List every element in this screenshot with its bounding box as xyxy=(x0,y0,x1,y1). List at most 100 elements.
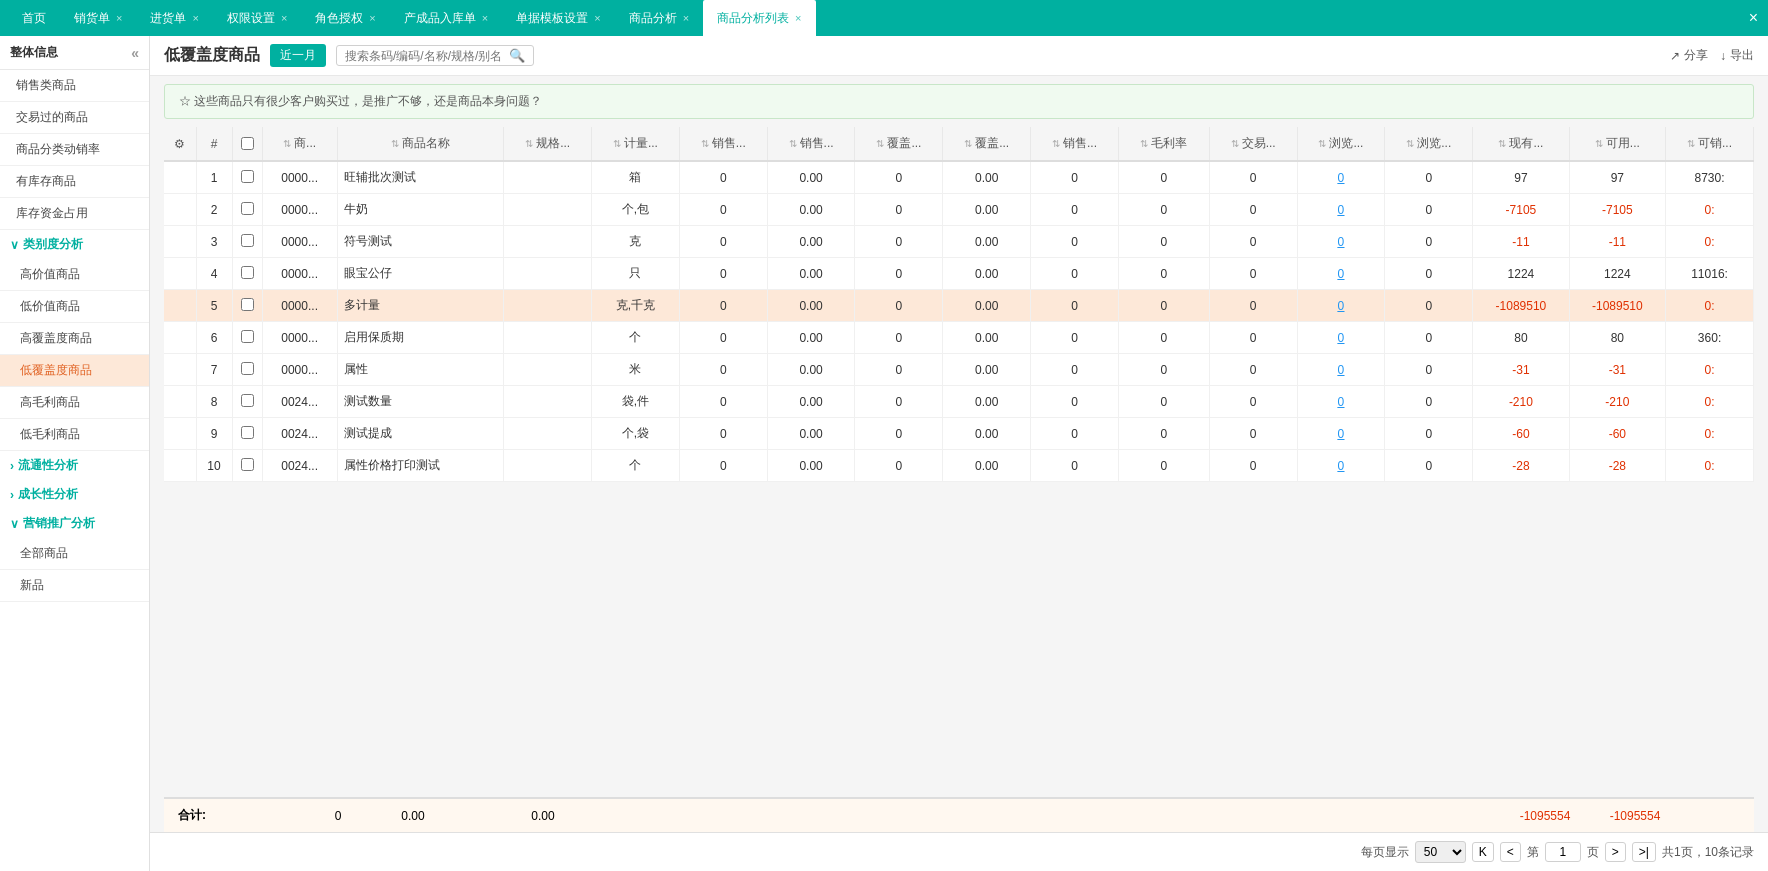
per-page-select[interactable]: 50 20 100 xyxy=(1415,841,1466,863)
th-cover1[interactable]: ⇅覆盖... xyxy=(855,127,943,161)
sidebar-group-marketing[interactable]: ∨ 营销推广分析 xyxy=(0,509,149,538)
sidebar-group-category[interactable]: ∨ 类别度分析 xyxy=(0,230,149,259)
th-trade[interactable]: ⇅交易... xyxy=(1209,127,1297,161)
nav-close-role[interactable]: × xyxy=(369,12,375,24)
th-view2[interactable]: ⇅浏览... xyxy=(1385,127,1473,161)
row-checkbox[interactable] xyxy=(232,290,262,322)
th-gross[interactable]: ⇅毛利率 xyxy=(1118,127,1209,161)
first-page-button[interactable]: K xyxy=(1472,842,1494,862)
row-saleable: 0: xyxy=(1666,194,1754,226)
total-row: 合计: 0 0.00 0.00 -1095554 -1095554 xyxy=(164,797,1754,832)
search-input[interactable] xyxy=(345,49,505,63)
nav-close-product[interactable]: × xyxy=(482,12,488,24)
row-sales-qty: 0 xyxy=(679,194,767,226)
th-name[interactable]: ⇅商品名称 xyxy=(337,127,504,161)
row-view1[interactable]: 0 xyxy=(1297,290,1385,322)
nav-template-settings[interactable]: 单据模板设置 × xyxy=(502,0,614,36)
row-num: 1 xyxy=(196,161,232,194)
page-number-input[interactable] xyxy=(1545,842,1581,862)
sort-icon-saleable: ⇅ xyxy=(1687,138,1695,149)
row-checkbox[interactable] xyxy=(232,322,262,354)
row-view1[interactable]: 0 xyxy=(1297,450,1385,482)
row-view1[interactable]: 0 xyxy=(1297,386,1385,418)
row-checkbox[interactable] xyxy=(232,161,262,194)
row-view1[interactable]: 0 xyxy=(1297,258,1385,290)
sidebar-item-capital-use[interactable]: 库存资金占用 xyxy=(0,198,149,230)
sidebar-item-traded-goods[interactable]: 交易过的商品 xyxy=(0,102,149,134)
row-checkbox[interactable] xyxy=(232,418,262,450)
nav-close-analysis[interactable]: × xyxy=(683,12,689,24)
th-current[interactable]: ⇅现有... xyxy=(1473,127,1569,161)
nav-product-entry[interactable]: 产成品入库单 × xyxy=(390,0,502,36)
row-checkbox[interactable] xyxy=(232,386,262,418)
sort-icon-view2: ⇅ xyxy=(1406,138,1414,149)
nav-product-analysis[interactable]: 商品分析 × xyxy=(615,0,703,36)
export-button[interactable]: ↓ 导出 xyxy=(1720,47,1754,64)
last-page-button[interactable]: >| xyxy=(1632,842,1656,862)
th-sales-amt[interactable]: ⇅销售... xyxy=(767,127,855,161)
th-spec[interactable]: ⇅规格... xyxy=(504,127,592,161)
row-checkbox[interactable] xyxy=(232,450,262,482)
th-code[interactable]: ⇅商... xyxy=(262,127,337,161)
th-available[interactable]: ⇅可用... xyxy=(1569,127,1665,161)
sidebar-item-category-turnover[interactable]: 商品分类动销率 xyxy=(0,134,149,166)
row-checkbox[interactable] xyxy=(232,194,262,226)
sidebar-group-growth[interactable]: › 成长性分析 xyxy=(0,480,149,509)
sidebar-item-sales-goods[interactable]: 销售类商品 xyxy=(0,70,149,102)
row-view1[interactable]: 0 xyxy=(1297,354,1385,386)
date-filter-button[interactable]: 近一月 xyxy=(270,44,326,67)
nav-role-auth[interactable]: 角色授权 × xyxy=(301,0,389,36)
nav-close-analysis-list[interactable]: × xyxy=(795,12,801,24)
settings-icon[interactable]: ⚙ xyxy=(174,137,185,151)
sidebar-group-circulation[interactable]: › 流通性分析 xyxy=(0,451,149,480)
nav-permissions[interactable]: 权限设置 × xyxy=(213,0,301,36)
row-gross: 0 xyxy=(1118,194,1209,226)
th-sales-qty[interactable]: ⇅销售... xyxy=(679,127,767,161)
row-settings xyxy=(164,258,196,290)
prev-page-button[interactable]: < xyxy=(1500,842,1521,862)
row-view1[interactable]: 0 xyxy=(1297,226,1385,258)
nav-close-all[interactable]: × xyxy=(1749,9,1758,27)
sidebar-item-all-goods[interactable]: 全部商品 xyxy=(0,538,149,570)
nav-close-permissions[interactable]: × xyxy=(281,12,287,24)
row-view1[interactable]: 0 xyxy=(1297,418,1385,450)
th-saleable[interactable]: ⇅可销... xyxy=(1666,127,1754,161)
sidebar-item-low-gross[interactable]: 低毛利商品 xyxy=(0,419,149,451)
row-code: 0000... xyxy=(262,290,337,322)
nav-close-sales[interactable]: × xyxy=(116,12,122,24)
nav-close-template[interactable]: × xyxy=(594,12,600,24)
th-unit[interactable]: ⇅计量... xyxy=(592,127,680,161)
nav-close-purchase[interactable]: × xyxy=(192,12,198,24)
select-all-checkbox[interactable] xyxy=(241,137,254,150)
sidebar-item-low-coverage[interactable]: 低覆盖度商品 xyxy=(0,355,149,387)
row-checkbox[interactable] xyxy=(232,258,262,290)
row-view1[interactable]: 0 xyxy=(1297,194,1385,226)
nav-analysis-list[interactable]: 商品分析列表 × xyxy=(703,0,815,36)
row-num: 5 xyxy=(196,290,232,322)
nav-sales-order[interactable]: 销货单 × xyxy=(60,0,136,36)
sidebar-item-high-gross[interactable]: 高毛利商品 xyxy=(0,387,149,419)
nav-purchase-order[interactable]: 进货单 × xyxy=(136,0,212,36)
row-checkbox[interactable] xyxy=(232,354,262,386)
sidebar-item-low-value[interactable]: 低价值商品 xyxy=(0,291,149,323)
nav-home[interactable]: 首页 xyxy=(8,0,60,36)
row-saleable: 8730: xyxy=(1666,161,1754,194)
row-sales3: 0 xyxy=(1031,322,1119,354)
share-button[interactable]: ↗ 分享 xyxy=(1670,47,1708,64)
row-checkbox[interactable] xyxy=(232,226,262,258)
sidebar-item-high-value[interactable]: 高价值商品 xyxy=(0,259,149,291)
sidebar-collapse-btn[interactable]: « xyxy=(131,45,139,61)
row-view1[interactable]: 0 xyxy=(1297,322,1385,354)
total-sales-amt: 0.00 xyxy=(378,809,448,823)
search-icon[interactable]: 🔍 xyxy=(509,48,525,63)
th-sales3[interactable]: ⇅销售... xyxy=(1031,127,1119,161)
row-view1[interactable]: 0 xyxy=(1297,161,1385,194)
th-cover2[interactable]: ⇅覆盖... xyxy=(943,127,1031,161)
sidebar-item-in-stock[interactable]: 有库存商品 xyxy=(0,166,149,198)
sidebar-item-new-goods[interactable]: 新品 xyxy=(0,570,149,602)
th-settings[interactable]: ⚙ xyxy=(164,127,196,161)
next-page-button[interactable]: > xyxy=(1605,842,1626,862)
th-view1[interactable]: ⇅浏览... xyxy=(1297,127,1385,161)
sidebar-item-high-coverage[interactable]: 高覆盖度商品 xyxy=(0,323,149,355)
table-row: 7 0000... 属性 米 0 0.00 0 0.00 0 0 0 0 0 -… xyxy=(164,354,1754,386)
